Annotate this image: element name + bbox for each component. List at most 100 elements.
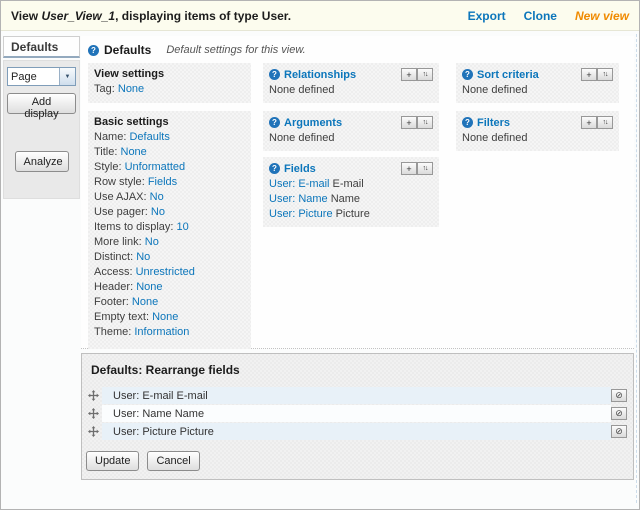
remove-icon[interactable]: ⊘	[611, 389, 627, 402]
setting-row-distinct: DistinctNo	[94, 250, 245, 265]
setting-row-empty-text: Empty textNone	[94, 310, 245, 325]
setting-row-row-style: Row styleFields	[94, 175, 245, 190]
add-icon[interactable]: +	[401, 162, 417, 175]
fields-box: ? Fields + ↑↓ User: E-mail E-mail User: N…	[263, 157, 439, 227]
setting-value-link[interactable]: Fields	[148, 176, 177, 188]
rearrange-fields-panel: Defaults: Rearrange fields User: E-mail …	[81, 353, 634, 480]
rearrange-icon[interactable]: ↑↓	[597, 116, 613, 129]
drag-handle-icon[interactable]	[85, 426, 102, 437]
cancel-button[interactable]: Cancel	[147, 451, 200, 471]
add-display-button[interactable]: Add display	[7, 93, 76, 120]
sort-criteria-title-link[interactable]: Sort criteria	[477, 69, 539, 81]
header-links: Export Clone New view	[468, 9, 629, 23]
setting-value-link[interactable]: No	[136, 251, 150, 263]
display-type-select[interactable]: Page ▼	[7, 67, 76, 86]
setting-label: Items to display	[94, 221, 177, 233]
rearrange-row-label: User: E-mail E-mail	[102, 387, 611, 404]
add-icon[interactable]: +	[581, 116, 597, 129]
setting-row-tag: TagNone	[94, 82, 245, 97]
filters-header: ? Filters + ↑↓	[462, 116, 613, 129]
clone-link[interactable]: Clone	[524, 9, 557, 23]
title-suffix: , displaying items of type User.	[115, 8, 292, 23]
field-link[interactable]: User: E-mail	[269, 178, 330, 190]
rearrange-row-label: User: Picture Picture	[102, 423, 611, 440]
basic-settings-box: Basic settings NameDefaults TitleNone St…	[88, 111, 251, 349]
display-sidebar: Page ▼ Add display Analyze	[3, 60, 80, 199]
update-button[interactable]: Update	[86, 451, 140, 471]
table-row: User: Name Name ⊘	[85, 405, 630, 422]
add-icon[interactable]: +	[401, 68, 417, 81]
rearrange-icon[interactable]: ↑↓	[417, 68, 433, 81]
field-link[interactable]: User: Name	[269, 193, 328, 205]
remove-icon[interactable]: ⊘	[611, 425, 627, 438]
help-icon: ?	[269, 69, 280, 80]
panel-edge-divider	[636, 34, 637, 503]
setting-label: Header	[94, 281, 136, 293]
setting-value-link[interactable]: Unformatted	[125, 161, 186, 173]
views-edit-page: View User_View_1, displaying items of ty…	[0, 0, 640, 510]
arguments-title-link[interactable]: Arguments	[284, 117, 342, 129]
basic-settings-title: Basic settings	[94, 116, 169, 128]
help-icon: ?	[462, 69, 473, 80]
setting-value-link[interactable]: None	[136, 281, 162, 293]
rearrange-title: Defaults: Rearrange fields	[91, 363, 240, 377]
setting-value-link[interactable]: None	[152, 311, 178, 323]
remove-icon[interactable]: ⊘	[611, 407, 627, 420]
setting-value-link[interactable]: 10	[177, 221, 189, 233]
setting-row-items-to-display: Items to display10	[94, 220, 245, 235]
help-icon: ?	[269, 117, 280, 128]
arguments-box: ? Arguments + ↑↓ None defined	[263, 111, 439, 151]
analyze-button[interactable]: Analyze	[14, 151, 69, 172]
filters-actions: + ↑↓	[581, 116, 613, 129]
setting-value-link[interactable]: None	[118, 83, 144, 95]
setting-value-link[interactable]: None	[132, 296, 158, 308]
table-row: User: E-mail E-mail ⊘	[85, 387, 630, 404]
relationships-title-link[interactable]: Relationships	[284, 69, 356, 81]
setting-row-style: StyleUnformatted	[94, 160, 245, 175]
drag-handle-icon[interactable]	[85, 390, 102, 401]
view-settings-box: View settings TagNone	[88, 63, 251, 103]
page-header: View User_View_1, displaying items of ty…	[1, 1, 639, 31]
setting-value-link[interactable]: None	[121, 146, 147, 158]
fields-title-link[interactable]: Fields	[284, 163, 316, 175]
filters-title-link[interactable]: Filters	[477, 117, 510, 129]
sort-criteria-actions: + ↑↓	[581, 68, 613, 81]
setting-value-link[interactable]: No	[151, 206, 165, 218]
setting-row-header: HeaderNone	[94, 280, 245, 295]
setting-label: Access	[94, 266, 136, 278]
add-icon[interactable]: +	[401, 116, 417, 129]
setting-label: More link	[94, 236, 145, 248]
relationships-box: ? Relationships + ↑↓ None defined	[263, 63, 439, 103]
setting-label: Footer	[94, 296, 132, 308]
add-icon[interactable]: +	[581, 68, 597, 81]
setting-value-link[interactable]: Information	[134, 326, 189, 338]
display-settings-panel: ? Defaults Default settings for this vie…	[81, 36, 634, 349]
drag-handle-icon[interactable]	[85, 408, 102, 419]
field-link[interactable]: User: Picture	[269, 208, 333, 220]
field-item-name: User: Name Name	[269, 192, 433, 207]
setting-label: Empty text	[94, 311, 152, 323]
setting-value-link[interactable]: No	[150, 191, 164, 203]
setting-value-link[interactable]: Unrestricted	[136, 266, 195, 278]
page-title: View User_View_1, displaying items of ty…	[11, 9, 291, 23]
tab-defaults[interactable]: Defaults	[3, 36, 80, 58]
setting-row-more-link: More linkNo	[94, 235, 245, 250]
sort-criteria-empty-text: None defined	[462, 84, 528, 96]
section-title: Defaults	[104, 43, 152, 57]
rearrange-row-label: User: Name Name	[102, 405, 611, 422]
rearrange-icon[interactable]: ↑↓	[597, 68, 613, 81]
help-icon: ?	[269, 163, 280, 174]
new-view-link[interactable]: New view	[575, 9, 629, 23]
setting-label: Title	[94, 146, 121, 158]
field-item-picture: User: Picture Picture	[269, 207, 433, 222]
table-row: User: Picture Picture ⊘	[85, 423, 630, 440]
setting-value-link[interactable]: Defaults	[129, 131, 169, 143]
export-link[interactable]: Export	[468, 9, 506, 23]
view-settings-title: View settings	[94, 68, 165, 80]
setting-value-link[interactable]: No	[145, 236, 159, 248]
rearrange-icon[interactable]: ↑↓	[417, 116, 433, 129]
rearrange-rows: User: E-mail E-mail ⊘ User: Name Name ⊘ …	[85, 387, 630, 440]
rearrange-icon[interactable]: ↑↓	[417, 162, 433, 175]
filters-empty-text: None defined	[462, 132, 528, 144]
arguments-actions: + ↑↓	[401, 116, 433, 129]
